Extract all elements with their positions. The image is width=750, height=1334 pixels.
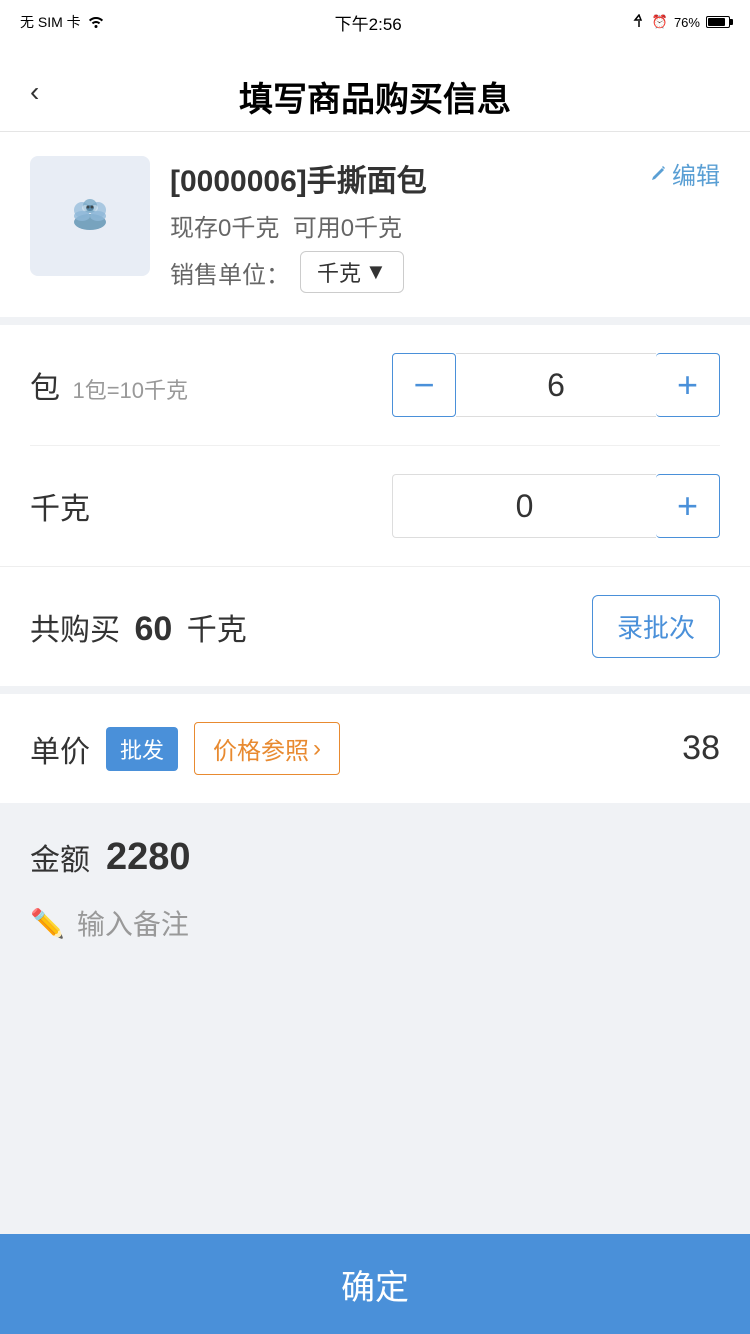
amount-row: 金额 2280 [30,835,720,895]
kg-increment-button[interactable]: + [656,474,720,538]
bao-label: 包 1包=10千克 [30,363,188,407]
page-title: 填写商品购买信息 [239,64,511,121]
kg-label: 千克 [30,484,90,528]
quantity-form: 包 1包=10千克 − 6 + 千克 0 + [0,325,750,567]
status-time: 下午2:56 [335,10,402,35]
total-label: 共购买 60 千克 [30,605,247,649]
nav-bar: ‹ 填写商品购买信息 [0,44,750,132]
amount-section: 金额 2280 ✏️ 输入备注 [0,811,750,967]
battery-percent: 76% [674,15,700,30]
bao-decrement-button[interactable]: − [392,353,456,417]
status-bar: 无 SIM 卡 下午2:56 ⏰ 76% [0,0,750,44]
price-ref-button[interactable]: 价格参照 › [194,722,340,775]
batch-button[interactable]: 录批次 [592,595,720,658]
remark-placeholder: 输入备注 [77,903,189,943]
bao-quantity-control: − 6 + [392,353,720,417]
back-button[interactable]: ‹ [30,68,39,108]
bao-increment-button[interactable]: + [656,353,720,417]
price-value: 38 [682,729,720,768]
remark-row[interactable]: ✏️ 输入备注 [30,895,720,951]
status-left: 无 SIM 卡 [20,12,105,32]
unit-select[interactable]: 千克 ▼ [300,251,404,293]
wifi-icon [87,14,105,31]
pencil-icon: ✏️ [30,907,65,940]
confirm-text: 确定 [341,1260,409,1309]
confirm-bar[interactable]: 确定 [0,1234,750,1334]
kg-quantity-input[interactable]: 0 [392,474,656,538]
price-label: 单价 [30,727,90,771]
price-row: 单价 批发 价格参照 › 38 [30,694,720,803]
bao-quantity-input[interactable]: 6 [456,353,656,417]
product-header: [0000006]手撕面包 编辑 [170,156,720,200]
product-card: [0000006]手撕面包 编辑 现存0千克 可用0千克 销售单位： 千克 ▼ [0,132,750,325]
alarm-icon: ⏰ [652,14,668,30]
status-right: ⏰ 76% [632,14,730,31]
product-info: [0000006]手撕面包 编辑 现存0千克 可用0千克 销售单位： 千克 ▼ [170,156,720,293]
edit-button[interactable]: 编辑 [650,156,720,191]
amount-value: 2280 [106,836,191,879]
bottom-spacer [0,967,750,1267]
bao-row: 包 1包=10千克 − 6 + [30,325,720,446]
product-image [30,156,150,276]
wholesale-tag: 批发 [106,727,178,771]
amount-label: 金额 [30,835,90,879]
total-row: 共购买 60 千克 录批次 [30,567,720,686]
kg-row: 千克 0 + [30,446,720,566]
kg-quantity-control: 0 + [392,474,720,538]
total-section: 共购买 60 千克 录批次 [0,567,750,694]
product-name: [0000006]手撕面包 [170,156,427,200]
carrier-label: 无 SIM 卡 [20,12,81,32]
price-section: 单价 批发 价格参照 › 38 [0,694,750,811]
gps-icon [632,14,646,31]
battery-icon [706,16,730,28]
product-stock: 现存0千克 可用0千克 [170,208,720,243]
product-unit: 销售单位： 千克 ▼ [170,251,720,293]
